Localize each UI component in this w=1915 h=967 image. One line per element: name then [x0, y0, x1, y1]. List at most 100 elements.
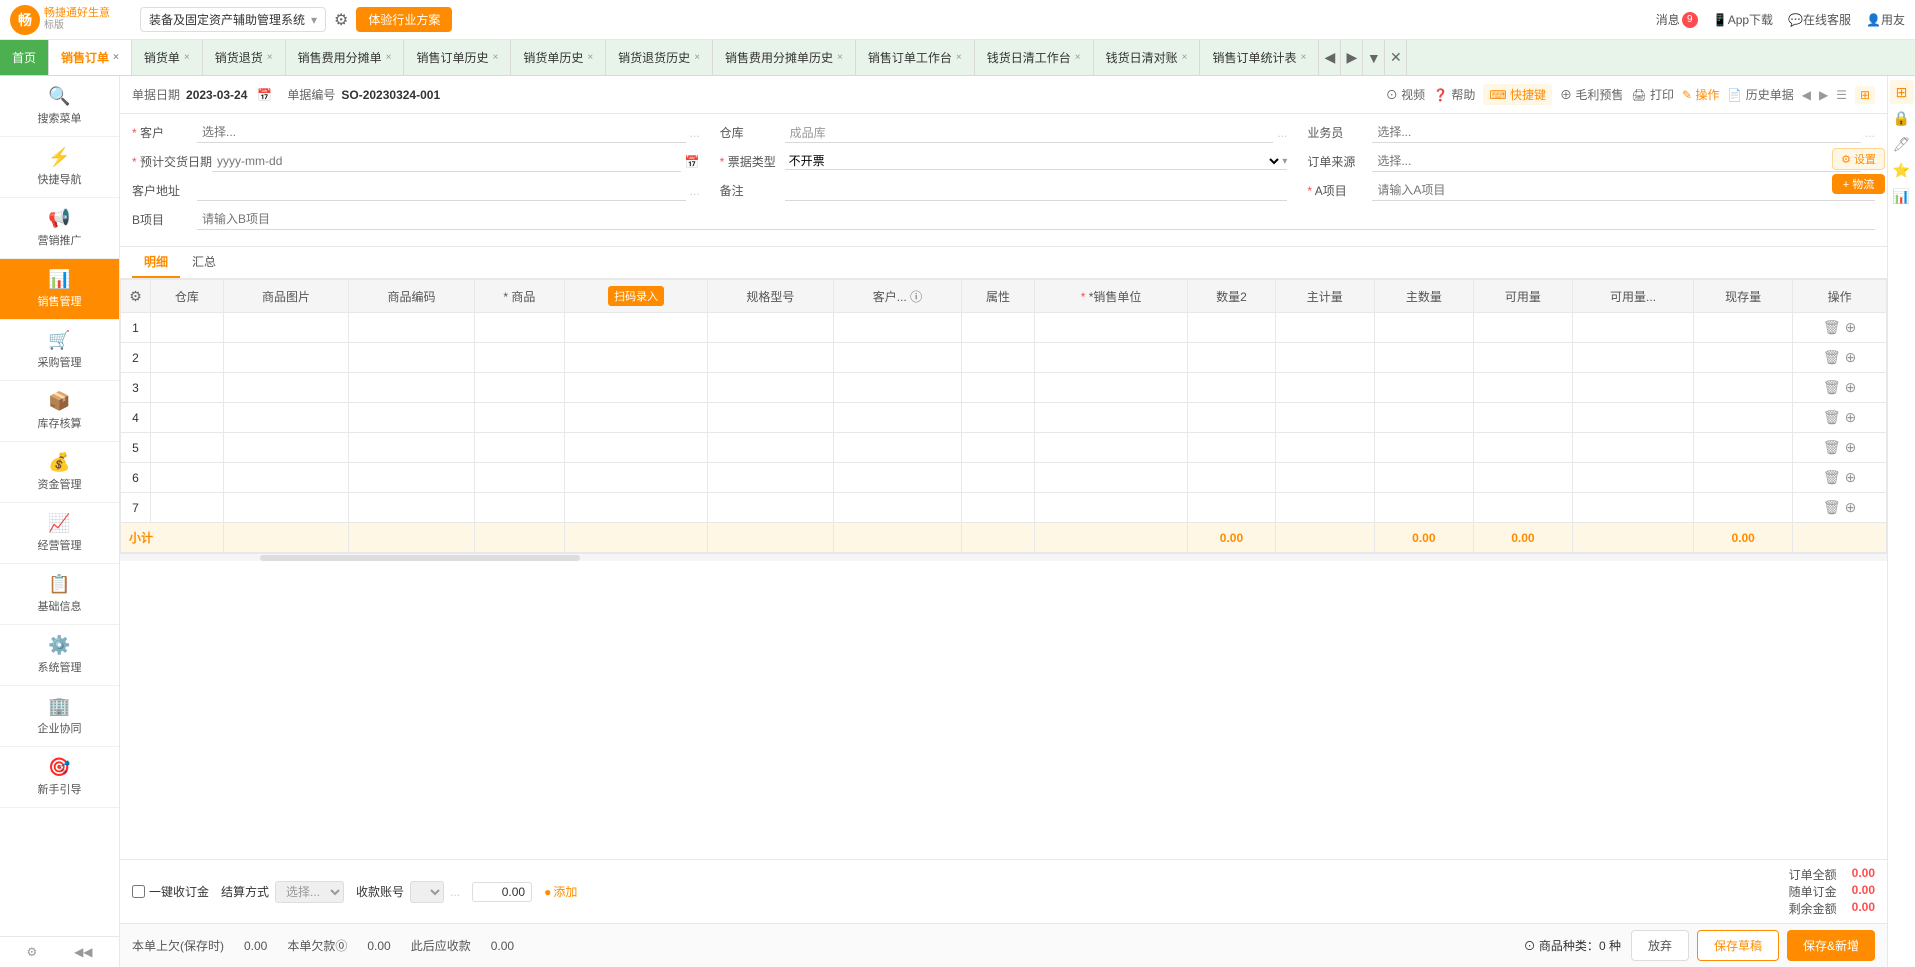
message-btn[interactable]: 消息 9	[1656, 11, 1698, 28]
row-image[interactable]	[223, 313, 349, 343]
tab-close-icon[interactable]: ×	[1182, 52, 1188, 63]
tab-sales-order[interactable]: 销售订单 ×	[49, 40, 132, 76]
th-settings[interactable]: ⚙	[121, 280, 151, 313]
tab-sales-fee[interactable]: 销售费用分摊单 ×	[286, 40, 405, 76]
tab-close-icon[interactable]: ×	[492, 52, 498, 63]
row-spec[interactable]	[708, 343, 834, 373]
row-warehouse[interactable]	[151, 343, 224, 373]
delete-row-btn[interactable]: 🗑	[1823, 499, 1841, 516]
settings-icon[interactable]: ⚙	[129, 288, 142, 304]
help-icon[interactable]: ❓ 帮助	[1433, 86, 1475, 103]
remark-input[interactable]	[785, 180, 1288, 201]
tab-sales-history[interactable]: 销售订单历史 ×	[404, 40, 511, 76]
row-unit[interactable]	[1034, 343, 1187, 373]
right-panel-edit-icon[interactable]: 🖊	[1890, 132, 1914, 156]
sidebar-item-basic-info[interactable]: 📋 基础信息	[0, 564, 119, 625]
delivery-calendar-icon[interactable]: 📅	[685, 155, 700, 169]
copy-row-btn[interactable]: ⊕	[1845, 379, 1857, 396]
tab-sales-goods[interactable]: 销货单 ×	[132, 40, 203, 76]
sidebar-item-finance[interactable]: 💰 资金管理	[0, 442, 119, 503]
sidebar-item-guide[interactable]: 🎯 新手引导	[0, 747, 119, 808]
sidebar-item-search[interactable]: 🔍 搜索菜单	[0, 76, 119, 137]
tab-sales-return[interactable]: 销货退货 ×	[203, 40, 286, 76]
operation-btn[interactable]: ✎ 操作	[1682, 86, 1719, 103]
right-panel-chart-icon[interactable]: 📊	[1890, 184, 1914, 208]
row-main-qty[interactable]	[1374, 343, 1473, 373]
shortcut-btn[interactable]: ⌨ 快捷键	[1483, 84, 1552, 105]
tab-close-icon[interactable]: ×	[587, 52, 593, 63]
sidebar-item-quicknav[interactable]: ⚡ 快捷导航	[0, 137, 119, 198]
tab-next-btn[interactable]: ▶	[1341, 40, 1363, 76]
tab-order-workbench[interactable]: 销售订单工作台 ×	[856, 40, 975, 76]
tab-close-icon[interactable]: ×	[1300, 52, 1306, 63]
nav-right-btn[interactable]: ▶	[1819, 88, 1828, 102]
row-warehouse[interactable]	[151, 313, 224, 343]
online-support-btn[interactable]: 💬在线客服	[1788, 11, 1851, 28]
view-icon[interactable]: ⊙ 视频	[1386, 86, 1425, 103]
grid-view-btn[interactable]: ⊞	[1855, 86, 1875, 104]
tab-close-icon[interactable]: ×	[837, 52, 843, 63]
delete-row-btn[interactable]: 🗑	[1823, 319, 1841, 336]
delete-row-btn[interactable]: 🗑	[1823, 349, 1841, 366]
set-button[interactable]: ⚙ 设置	[1832, 148, 1885, 170]
copy-row-btn[interactable]: ⊕	[1845, 319, 1857, 336]
nav-left-btn[interactable]: ◀	[1802, 88, 1811, 102]
warehouse-input[interactable]	[785, 122, 1274, 143]
row-code[interactable]	[349, 343, 475, 373]
staff-dots[interactable]: ...	[1865, 126, 1875, 140]
sidebar-item-sales[interactable]: 📊 销售管理	[0, 259, 119, 320]
row-main-qty[interactable]	[1374, 313, 1473, 343]
system-selector[interactable]: 装备及固定资产辅助管理系统 ▾	[140, 7, 326, 32]
save-draft-button[interactable]: 保存草稿	[1697, 930, 1779, 961]
sidebar-item-purchase[interactable]: 🛒 采购管理	[0, 320, 119, 381]
copy-row-btn[interactable]: ⊕	[1845, 439, 1857, 456]
copy-row-btn[interactable]: ⊕	[1845, 469, 1857, 486]
right-panel-grid-icon[interactable]: ⊞	[1890, 80, 1914, 104]
sidebar-item-enterprise[interactable]: 🏢 企业协同	[0, 686, 119, 747]
payment-select[interactable]: 选择...	[275, 881, 344, 903]
staff-input[interactable]	[1372, 122, 1861, 143]
amount-input[interactable]	[472, 882, 532, 902]
right-panel-star-icon[interactable]: ⭐	[1890, 158, 1914, 182]
save-new-button[interactable]: 保存&新增	[1787, 930, 1875, 961]
history-btn[interactable]: 📄 历史单据	[1727, 86, 1793, 103]
tab-close-all-btn[interactable]: ✕	[1385, 40, 1407, 76]
delete-row-btn[interactable]: 🗑	[1823, 469, 1841, 486]
scan-input-btn[interactable]: 扫码录入	[608, 286, 664, 306]
a-project-input[interactable]	[1372, 180, 1875, 201]
copy-row-btn[interactable]: ⊕	[1845, 499, 1857, 516]
sidebar-item-system[interactable]: ⚙️ 系统管理	[0, 625, 119, 686]
delete-row-btn[interactable]: 🗑	[1823, 409, 1841, 426]
account-select[interactable]	[410, 881, 444, 903]
tab-close-icon[interactable]: ×	[184, 52, 190, 63]
address-dots[interactable]: ...	[690, 184, 700, 198]
warehouse-dots[interactable]: ...	[1277, 126, 1287, 140]
tab-cash-workbench[interactable]: 钱货日清工作台 ×	[975, 40, 1094, 76]
tab-close-icon[interactable]: ×	[267, 52, 273, 63]
print-btn[interactable]: 🖨 打印	[1631, 86, 1674, 103]
right-panel-lock-icon[interactable]: 🔒	[1890, 106, 1914, 130]
row-customer-code[interactable]	[833, 343, 961, 373]
sidebar-settings-icon[interactable]: ⚙	[26, 945, 37, 959]
list-view-btn[interactable]: ☰	[1836, 88, 1847, 102]
tab-sales-stat[interactable]: 销售订单统计表 ×	[1200, 40, 1319, 76]
tab-close-icon[interactable]: ×	[113, 52, 119, 63]
customer-input[interactable]	[197, 122, 686, 143]
user-avatar[interactable]: 👤用友	[1866, 11, 1905, 28]
sidebar-item-operations[interactable]: 📈 经营管理	[0, 503, 119, 564]
tab-goods-history[interactable]: 销货单历史 ×	[511, 40, 606, 76]
horizontal-scrollbar[interactable]	[120, 553, 1887, 561]
add-material-button[interactable]: + 物流	[1832, 174, 1885, 194]
row-image[interactable]	[223, 343, 349, 373]
tab-close-icon[interactable]: ×	[386, 52, 392, 63]
copy-row-btn[interactable]: ⊕	[1845, 349, 1857, 366]
invoice-select[interactable]: 不开票 增值税专用发票 增值税普通发票	[785, 153, 1283, 169]
row-qty2[interactable]	[1188, 313, 1275, 343]
row-code[interactable]	[349, 313, 475, 343]
tab-prev-btn[interactable]: ◀	[1319, 40, 1341, 76]
discard-button[interactable]: 放弃	[1631, 930, 1689, 961]
quick-close-checkbox[interactable]: 一键收订金	[132, 883, 209, 900]
tab-fee-history[interactable]: 销售费用分摊单历史 ×	[713, 40, 856, 76]
order-source-input[interactable]	[1372, 151, 1861, 172]
row-name[interactable]	[474, 343, 564, 373]
